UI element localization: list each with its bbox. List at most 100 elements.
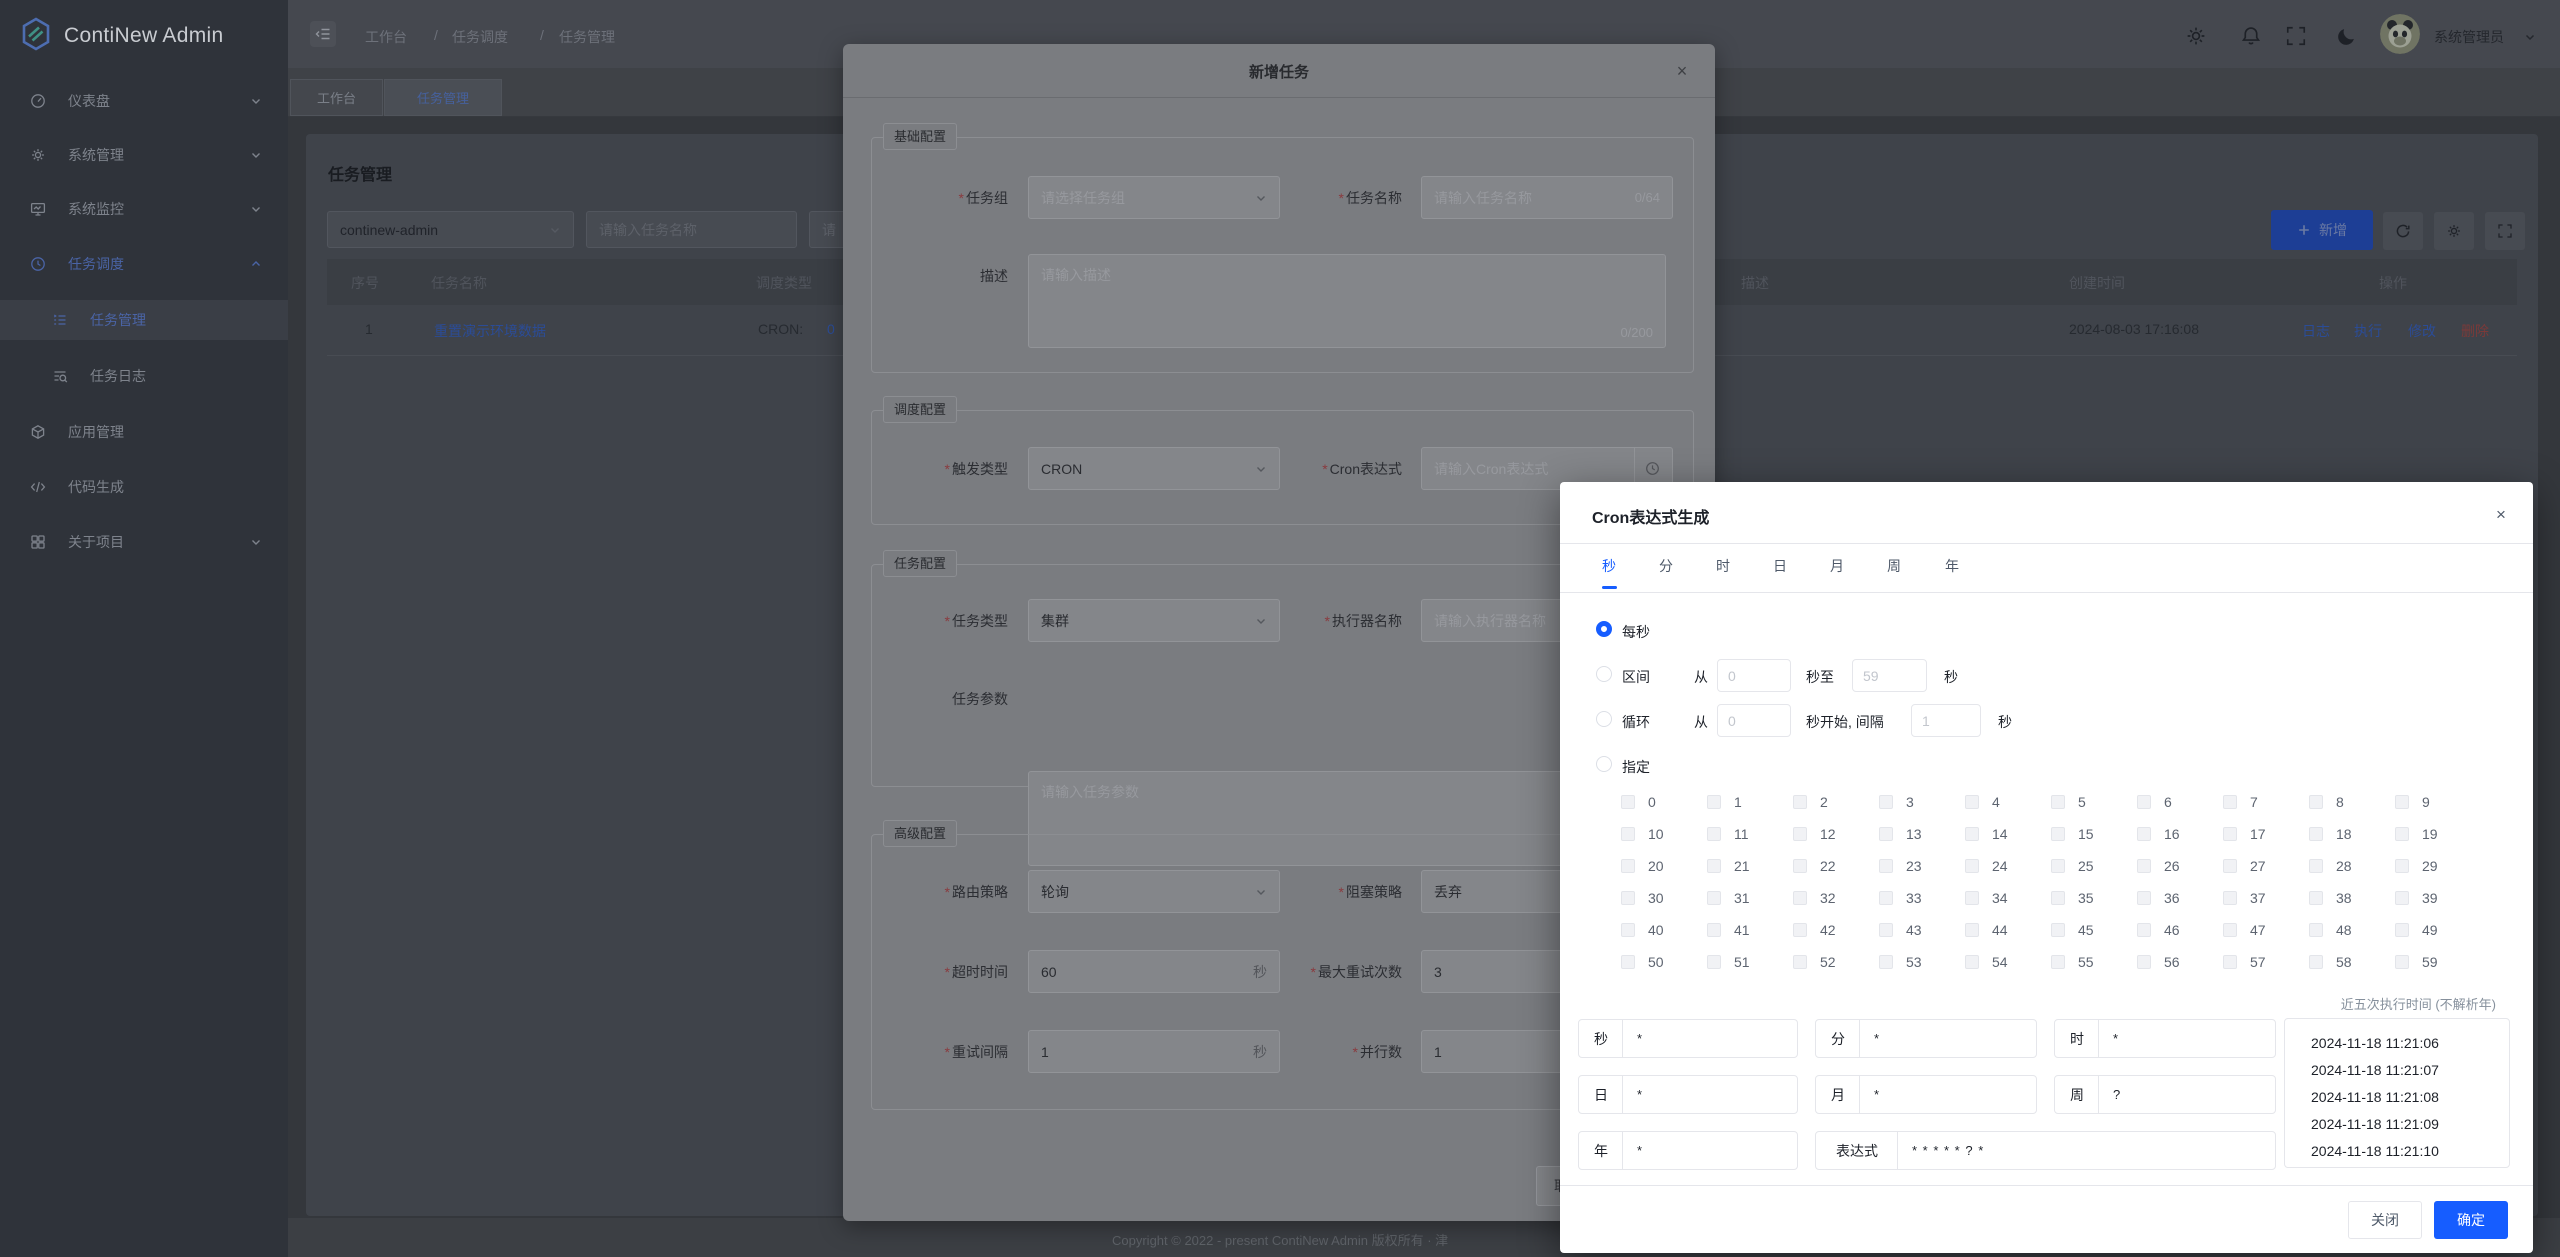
- part-input-minutes[interactable]: *: [1859, 1019, 2037, 1058]
- checkbox-icon[interactable]: [2309, 923, 2323, 937]
- second-option[interactable]: 53: [1879, 946, 1965, 978]
- sidebar-item-task-log[interactable]: 任务日志: [0, 356, 288, 396]
- loop-radio[interactable]: [1596, 711, 1612, 727]
- range-from-input[interactable]: 0: [1717, 659, 1791, 692]
- checkbox-icon[interactable]: [2051, 827, 2065, 841]
- sidebar-item-dashboard[interactable]: 仪表盘: [0, 81, 288, 121]
- second-option[interactable]: 4: [1965, 786, 2051, 818]
- dark-mode-moon-icon[interactable]: [2336, 26, 2358, 48]
- tab-month[interactable]: 月: [1830, 556, 1844, 576]
- ok-button[interactable]: 确定: [2434, 1201, 2508, 1239]
- checkbox-icon[interactable]: [2051, 795, 2065, 809]
- second-option[interactable]: 13: [1879, 818, 1965, 850]
- notification-bell-icon[interactable]: [2240, 25, 2262, 47]
- sidebar-item-code-generation[interactable]: 代码生成: [0, 467, 288, 507]
- loop-interval-input[interactable]: 1: [1911, 704, 1981, 737]
- second-option[interactable]: 32: [1793, 882, 1879, 914]
- second-option[interactable]: 37: [2223, 882, 2309, 914]
- checkbox-icon[interactable]: [1621, 891, 1635, 905]
- checkbox-icon[interactable]: [1793, 923, 1807, 937]
- second-option[interactable]: 21: [1707, 850, 1793, 882]
- second-option[interactable]: 55: [2051, 946, 2137, 978]
- second-option[interactable]: 47: [2223, 914, 2309, 946]
- schedule-cron-value[interactable]: 0: [827, 321, 835, 337]
- checkbox-icon[interactable]: [1707, 891, 1721, 905]
- checkbox-icon[interactable]: [2051, 955, 2065, 969]
- checkbox-icon[interactable]: [2051, 923, 2065, 937]
- second-option[interactable]: 38: [2309, 882, 2395, 914]
- second-option[interactable]: 10: [1621, 818, 1707, 850]
- checkbox-icon[interactable]: [1621, 827, 1635, 841]
- second-option[interactable]: 57: [2223, 946, 2309, 978]
- checkbox-icon[interactable]: [2309, 795, 2323, 809]
- run-action-link[interactable]: 执行: [2354, 321, 2382, 341]
- checkbox-icon[interactable]: [1793, 955, 1807, 969]
- checkbox-icon[interactable]: [1793, 827, 1807, 841]
- checkbox-icon[interactable]: [2051, 891, 2065, 905]
- second-option[interactable]: 1: [1707, 786, 1793, 818]
- second-option[interactable]: 22: [1793, 850, 1879, 882]
- checkbox-icon[interactable]: [2309, 827, 2323, 841]
- checkbox-icon[interactable]: [1707, 795, 1721, 809]
- checkbox-icon[interactable]: [1879, 923, 1893, 937]
- second-option[interactable]: 36: [2137, 882, 2223, 914]
- avatar[interactable]: [2380, 14, 2420, 54]
- second-option[interactable]: 24: [1965, 850, 2051, 882]
- checkbox-icon[interactable]: [2223, 955, 2237, 969]
- add-task-button[interactable]: 新增: [2271, 210, 2373, 250]
- checkbox-icon[interactable]: [2223, 891, 2237, 905]
- checkbox-icon[interactable]: [2395, 891, 2409, 905]
- second-option[interactable]: 33: [1879, 882, 1965, 914]
- second-option[interactable]: 49: [2395, 914, 2481, 946]
- checkbox-icon[interactable]: [1965, 955, 1979, 969]
- checkbox-icon[interactable]: [2395, 859, 2409, 873]
- second-option[interactable]: 41: [1707, 914, 1793, 946]
- second-option[interactable]: 50: [1621, 946, 1707, 978]
- second-option[interactable]: 8: [2309, 786, 2395, 818]
- second-option[interactable]: 17: [2223, 818, 2309, 850]
- second-option[interactable]: 52: [1793, 946, 1879, 978]
- checkbox-icon[interactable]: [2223, 795, 2237, 809]
- second-option[interactable]: 16: [2137, 818, 2223, 850]
- second-option[interactable]: 19: [2395, 818, 2481, 850]
- tab-day[interactable]: 日: [1773, 556, 1787, 576]
- checkbox-icon[interactable]: [2309, 891, 2323, 905]
- delete-action-link[interactable]: 删除: [2461, 321, 2489, 341]
- tab-minutes[interactable]: 分: [1659, 556, 1673, 576]
- second-option[interactable]: 3: [1879, 786, 1965, 818]
- checkbox-icon[interactable]: [2395, 795, 2409, 809]
- checkbox-icon[interactable]: [1965, 859, 1979, 873]
- task-name-link[interactable]: 重置演示环境数据: [434, 321, 546, 341]
- second-option[interactable]: 54: [1965, 946, 2051, 978]
- second-option[interactable]: 30: [1621, 882, 1707, 914]
- checkbox-icon[interactable]: [2137, 795, 2151, 809]
- second-option[interactable]: 11: [1707, 818, 1793, 850]
- checkbox-icon[interactable]: [1793, 795, 1807, 809]
- current-user-name[interactable]: 系统管理员: [2434, 27, 2504, 47]
- breadcrumb-item[interactable]: 任务管理: [559, 27, 615, 47]
- second-option[interactable]: 12: [1793, 818, 1879, 850]
- checkbox-icon[interactable]: [2137, 827, 2151, 841]
- checkbox-icon[interactable]: [2137, 859, 2151, 873]
- sidebar-item-system-management[interactable]: 系统管理: [0, 135, 288, 175]
- second-option[interactable]: 15: [2051, 818, 2137, 850]
- part-input-seconds[interactable]: *: [1622, 1019, 1798, 1058]
- second-option[interactable]: 14: [1965, 818, 2051, 850]
- checkbox-icon[interactable]: [1879, 891, 1893, 905]
- second-option[interactable]: 2: [1793, 786, 1879, 818]
- second-option[interactable]: 39: [2395, 882, 2481, 914]
- checkbox-icon[interactable]: [2395, 827, 2409, 841]
- checkbox-icon[interactable]: [2223, 827, 2237, 841]
- tab-workbench[interactable]: 工作台: [290, 79, 383, 116]
- checkbox-icon[interactable]: [2395, 923, 2409, 937]
- checkbox-icon[interactable]: [2051, 859, 2065, 873]
- sidebar-item-task-management[interactable]: 任务管理: [0, 300, 288, 340]
- checkbox-icon[interactable]: [1707, 923, 1721, 937]
- checkbox-icon[interactable]: [1707, 859, 1721, 873]
- checkbox-icon[interactable]: [2395, 955, 2409, 969]
- second-option[interactable]: 40: [1621, 914, 1707, 946]
- table-settings-button[interactable]: [2434, 212, 2474, 250]
- second-option[interactable]: 35: [2051, 882, 2137, 914]
- second-option[interactable]: 25: [2051, 850, 2137, 882]
- second-option[interactable]: 27: [2223, 850, 2309, 882]
